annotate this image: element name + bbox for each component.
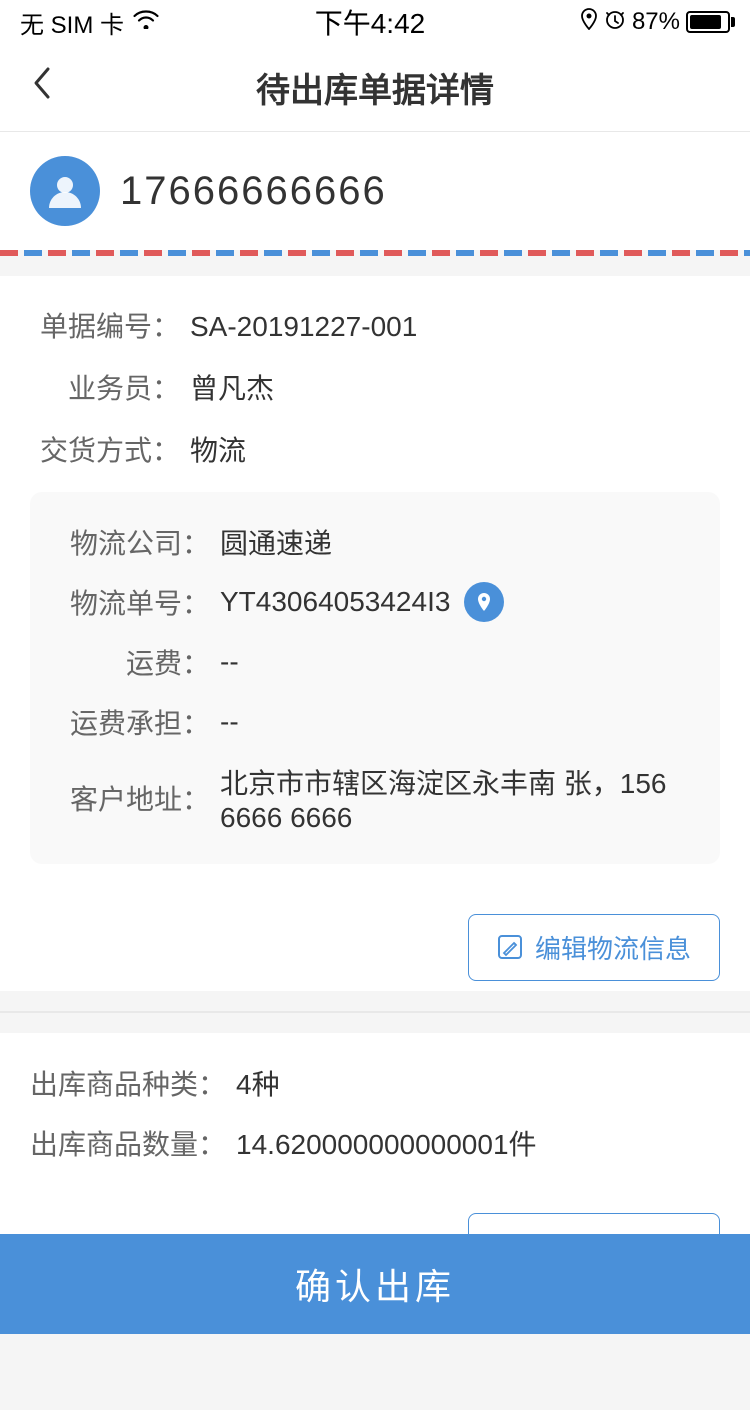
- edit-btn-row: 编辑物流信息: [0, 894, 750, 991]
- avatar: [30, 156, 100, 226]
- dashed-divider: [0, 250, 750, 256]
- status-bar: 无 SIM 卡 下午4:42 87%: [0, 0, 750, 44]
- customer-phone: 17666666666: [120, 169, 387, 214]
- freight-row: 运费： --: [60, 642, 690, 682]
- goods-type-label: 出库商品种类：: [30, 1063, 236, 1103]
- basic-info-section: 单据编号： SA-20191227-001 业务员： 曾凡杰 交货方式： 物流 …: [0, 276, 750, 894]
- page-title: 待出库单据详情: [256, 63, 494, 112]
- delivery-method-row: 交货方式： 物流: [30, 430, 720, 472]
- order-number-label: 单据编号：: [30, 306, 190, 348]
- goods-section: 出库商品种类： 4种 出库商品数量： 14.620000000000001件: [0, 1033, 750, 1193]
- freight-bearer-label: 运费承担：: [60, 702, 220, 742]
- edit-logistics-button[interactable]: 编辑物流信息: [468, 914, 720, 981]
- freight-label: 运费：: [60, 642, 220, 682]
- customer-address-value: 北京市市辖区海淀区永丰南 张，156 6666 6666: [220, 762, 690, 834]
- goods-quantity-value: 14.620000000000001件: [236, 1123, 537, 1163]
- salesperson-value: 曾凡杰: [190, 368, 720, 410]
- logistics-company-label: 物流公司：: [60, 522, 220, 562]
- tracking-number-text: YT43064053424I3: [220, 586, 450, 618]
- customer-header: 17666666666: [0, 132, 750, 250]
- goods-type-value: 4种: [236, 1063, 280, 1103]
- status-time: 下午4:42: [315, 2, 426, 42]
- delivery-method-label: 交货方式：: [30, 430, 190, 472]
- goods-quantity-label: 出库商品数量：: [30, 1123, 236, 1163]
- tracking-number-label: 物流单号：: [60, 582, 220, 622]
- section-divider: [0, 1011, 750, 1013]
- logistics-card: 物流公司： 圆通速递 物流单号： YT43064053424I3 运费：: [30, 492, 720, 864]
- edit-logistics-label: 编辑物流信息: [535, 929, 691, 966]
- goods-type-row: 出库商品种类： 4种: [30, 1063, 720, 1103]
- status-left: 无 SIM 卡: [20, 5, 160, 40]
- logistics-company-value: 圆通速递: [220, 522, 690, 562]
- confirm-button-label: 确认出库: [295, 1258, 455, 1310]
- tracking-number-row: 物流单号： YT43064053424I3: [60, 582, 690, 622]
- order-number-value: SA-20191227-001: [190, 306, 720, 348]
- goods-quantity-row: 出库商品数量： 14.620000000000001件: [30, 1123, 720, 1163]
- back-button[interactable]: [30, 63, 90, 112]
- alarm-icon: [604, 8, 626, 37]
- tracking-number-value: YT43064053424I3: [220, 582, 690, 622]
- wifi-icon: [132, 8, 160, 36]
- delivery-method-value: 物流: [190, 430, 720, 472]
- content-area: 17666666666 单据编号： SA-20191227-001 业务员： 曾…: [0, 132, 750, 1410]
- logistics-company-row: 物流公司： 圆通速递: [60, 522, 690, 562]
- battery-icon: [686, 11, 730, 33]
- tracking-location-icon[interactable]: [464, 582, 504, 622]
- salesperson-row: 业务员： 曾凡杰: [30, 368, 720, 410]
- customer-address-row: 客户地址： 北京市市辖区海淀区永丰南 张，156 6666 6666: [60, 762, 690, 834]
- salesperson-label: 业务员：: [30, 368, 190, 410]
- freight-bearer-value: --: [220, 706, 690, 738]
- battery-fill: [690, 15, 721, 29]
- location-service-icon: [580, 8, 598, 37]
- nav-bar: 待出库单据详情: [0, 44, 750, 132]
- freight-value: --: [220, 646, 690, 678]
- order-number-row: 单据编号： SA-20191227-001: [30, 306, 720, 348]
- carrier-label: 无 SIM 卡: [20, 5, 124, 40]
- battery-percentage: 87%: [632, 8, 680, 36]
- freight-bearer-row: 运费承担： --: [60, 702, 690, 742]
- customer-address-label: 客户地址：: [60, 778, 220, 818]
- status-right: 87%: [580, 8, 730, 37]
- confirm-button[interactable]: 确认出库: [0, 1234, 750, 1334]
